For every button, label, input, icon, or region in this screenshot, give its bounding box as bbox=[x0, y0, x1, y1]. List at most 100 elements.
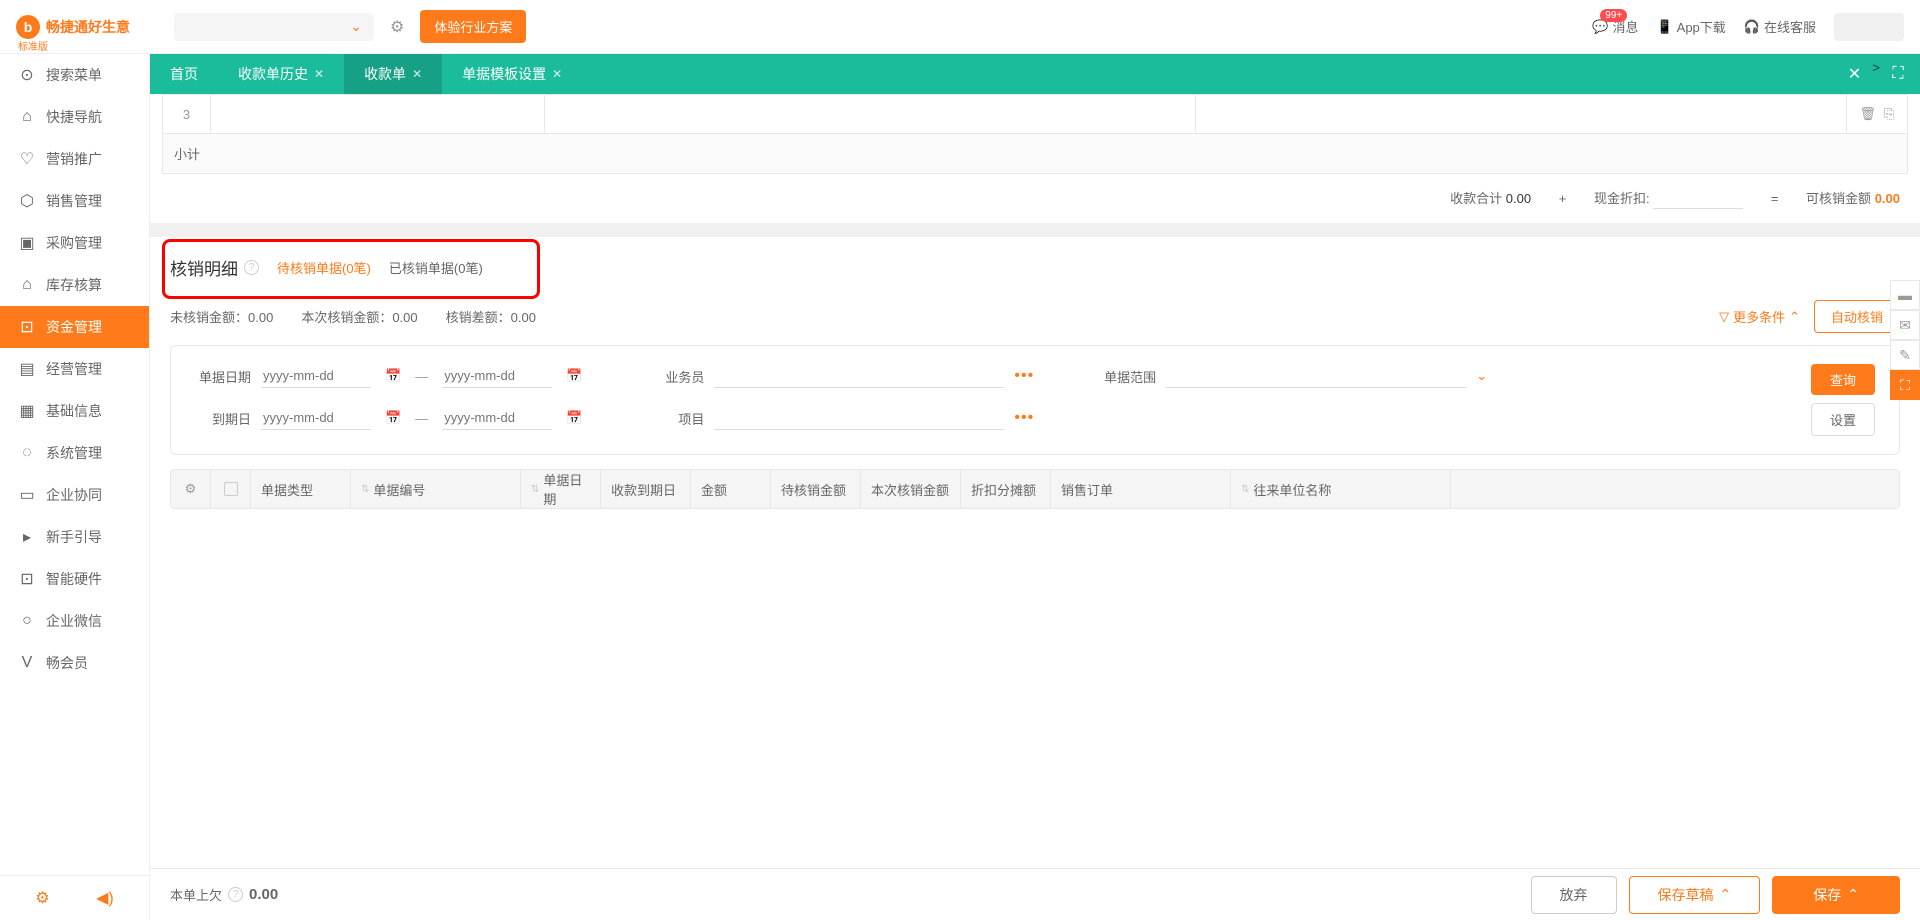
sidebar-icon: ▸ bbox=[18, 527, 36, 547]
calendar-icon[interactable]: 📅 bbox=[385, 410, 401, 426]
sidebar-item-14[interactable]: V畅会员 bbox=[0, 642, 149, 684]
save-draft-button[interactable]: 保存草稿 ⌃ bbox=[1629, 876, 1761, 914]
setting-button[interactable]: 设置 bbox=[1811, 403, 1875, 436]
sidebar-item-label: 库存核算 bbox=[46, 275, 102, 295]
grid-cell[interactable] bbox=[1196, 95, 1847, 133]
operator-input[interactable] bbox=[714, 364, 1004, 388]
sidebar-icon: V bbox=[18, 654, 36, 672]
tab-0[interactable]: 首页 bbox=[150, 54, 218, 94]
sort-icon: ⇅ bbox=[531, 484, 539, 495]
sidebar-item-11[interactable]: ▸新手引导 bbox=[0, 516, 149, 558]
delete-row-icon[interactable]: 🗑 bbox=[1860, 106, 1877, 122]
column-label: 往来单位名称 bbox=[1253, 480, 1331, 499]
sidebar-item-9[interactable]: ◌系统管理 bbox=[0, 432, 149, 474]
sidebar-item-1[interactable]: ⌂快捷导航 bbox=[0, 96, 149, 138]
sidebar-item-3[interactable]: ⬡销售管理 bbox=[0, 180, 149, 222]
column-label: 单据编号 bbox=[373, 480, 425, 499]
due-date-from-input[interactable] bbox=[261, 406, 371, 430]
close-all-tabs-button[interactable]: ✕ bbox=[1840, 60, 1868, 88]
range-select[interactable] bbox=[1166, 364, 1466, 388]
tab-3[interactable]: 单据模板设置✕ bbox=[442, 54, 582, 94]
sidebar-item-4[interactable]: ▣采购管理 bbox=[0, 222, 149, 264]
more-icon[interactable]: ••• bbox=[1014, 409, 1034, 427]
sidebar-item-0[interactable]: ⊙搜索菜单 bbox=[0, 54, 149, 96]
column-label: 单据类型 bbox=[261, 480, 313, 499]
company-selector[interactable]: ⌄ bbox=[174, 13, 374, 41]
settings-icon[interactable]: ⚙ bbox=[35, 888, 49, 908]
more-icon[interactable]: ••• bbox=[1014, 367, 1034, 385]
close-icon[interactable]: ✕ bbox=[412, 67, 422, 81]
column-header-1[interactable]: ⇅单据编号 bbox=[351, 470, 521, 508]
float-tool-3[interactable]: ✎ bbox=[1890, 340, 1920, 370]
logo-subtitle: 标准版 bbox=[18, 38, 48, 53]
plus-sign: + bbox=[1559, 191, 1567, 206]
help-icon[interactable]: ? bbox=[244, 260, 259, 275]
row-number: 3 bbox=[163, 95, 211, 133]
sidebar-icon: ▦ bbox=[18, 401, 36, 421]
project-input[interactable] bbox=[714, 406, 1004, 430]
sidebar-item-8[interactable]: ▦基础信息 bbox=[0, 390, 149, 432]
calendar-icon[interactable]: 📅 bbox=[566, 410, 582, 426]
column-header-3: 收款到期日 bbox=[601, 470, 691, 508]
sidebar-item-10[interactable]: ▭企业协同 bbox=[0, 474, 149, 516]
tab-pending-verify[interactable]: 待核销单据(0笔) bbox=[277, 258, 371, 277]
sidebar-item-13[interactable]: ○企业微信 bbox=[0, 600, 149, 642]
column-label: 折扣分摊额 bbox=[971, 480, 1036, 499]
float-tool-1[interactable]: ▬ bbox=[1890, 280, 1920, 310]
gear-icon[interactable]: ⚙ bbox=[390, 17, 404, 37]
tab-label: 首页 bbox=[170, 64, 198, 84]
calendar-icon[interactable]: 📅 bbox=[385, 368, 401, 384]
tab-2[interactable]: 收款单✕ bbox=[344, 54, 442, 94]
close-icon[interactable]: ✕ bbox=[552, 67, 562, 81]
online-service-link[interactable]: 🎧 在线客服 bbox=[1744, 17, 1816, 36]
trial-button[interactable]: 体验行业方案 bbox=[420, 10, 526, 43]
copy-row-icon[interactable]: ⎘ bbox=[1884, 106, 1894, 122]
table-settings-icon[interactable]: ⚙ bbox=[171, 470, 211, 508]
app-download-link[interactable]: 📱 App下载 bbox=[1656, 17, 1725, 36]
sidebar-item-label: 搜索菜单 bbox=[46, 65, 102, 85]
auto-verify-button[interactable]: 自动核销 bbox=[1814, 300, 1900, 333]
select-all-checkbox[interactable] bbox=[211, 470, 251, 508]
save-button[interactable]: 保存 ⌃ bbox=[1772, 876, 1900, 914]
sidebar-item-2[interactable]: ♡营销推广 bbox=[0, 138, 149, 180]
due-date-to-input[interactable] bbox=[442, 406, 552, 430]
column-header-9[interactable]: ⇅往来单位名称 bbox=[1231, 470, 1451, 508]
sidebar-item-6[interactable]: ⊡资金管理 bbox=[0, 306, 149, 348]
column-label: 本次核销金额 bbox=[871, 480, 949, 499]
sidebar-item-5[interactable]: ⌂ 库存核算 bbox=[0, 264, 149, 306]
sidebar-icon: ⌂ bbox=[18, 276, 36, 294]
float-tool-4[interactable]: ⛶ bbox=[1890, 370, 1920, 400]
calendar-icon[interactable]: 📅 bbox=[566, 368, 582, 384]
discount-input[interactable] bbox=[1653, 189, 1743, 209]
sidebar-item-12[interactable]: ⊡智能硬件 bbox=[0, 558, 149, 600]
query-button[interactable]: 查询 bbox=[1811, 364, 1875, 395]
bill-date-to-input[interactable] bbox=[442, 364, 552, 388]
user-avatar[interactable] bbox=[1834, 13, 1904, 41]
sidebar-item-7[interactable]: ▤经营管理 bbox=[0, 348, 149, 390]
bill-date-label: 单据日期 bbox=[195, 367, 251, 386]
tab-done-verify[interactable]: 已核销单据(0笔) bbox=[389, 258, 483, 277]
discard-button[interactable]: 放弃 bbox=[1531, 876, 1617, 914]
arrears-value: 0.00 bbox=[249, 886, 278, 903]
sidebar-icon: ▣ bbox=[18, 233, 36, 253]
collapse-icon[interactable]: ◀) bbox=[96, 888, 114, 908]
close-icon[interactable]: ✕ bbox=[314, 67, 324, 81]
grid-cell[interactable] bbox=[211, 95, 545, 133]
float-tool-2[interactable]: ✉ bbox=[1890, 310, 1920, 340]
messages-link[interactable]: 💬 99+ 消息 bbox=[1592, 17, 1638, 36]
phone-icon: 📱 bbox=[1656, 19, 1672, 35]
chevron-down-icon[interactable]: ⌄ bbox=[1476, 368, 1487, 384]
more-conditions-toggle[interactable]: ▽ 更多条件 ⌃ bbox=[1719, 307, 1800, 326]
tab-1[interactable]: 收款单历史✕ bbox=[218, 54, 344, 94]
subtotal-label: 小计 bbox=[163, 144, 211, 163]
sidebar-icon: ⊡ bbox=[18, 569, 36, 589]
arrears-label: 本单上欠 bbox=[170, 885, 222, 904]
sidebar-item-label: 系统管理 bbox=[46, 443, 102, 463]
column-header-2[interactable]: ⇅单据日期 bbox=[521, 470, 601, 508]
sidebar-item-label: 企业微信 bbox=[46, 611, 102, 631]
filter-icon: ▽ bbox=[1719, 309, 1729, 325]
fullscreen-button[interactable]: ⛶ bbox=[1884, 60, 1912, 88]
grid-cell[interactable] bbox=[545, 95, 1196, 133]
help-icon[interactable]: ? bbox=[228, 887, 243, 902]
bill-date-from-input[interactable] bbox=[261, 364, 371, 388]
